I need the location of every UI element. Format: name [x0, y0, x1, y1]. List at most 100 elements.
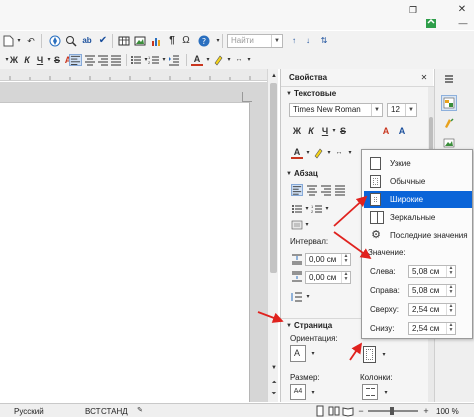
spin-buttons[interactable]: ▲ ▼ [341, 254, 350, 265]
italic-icon[interactable]: К [305, 125, 317, 137]
bottom-margin-field[interactable]: 2,54 см ▲ ▼ [408, 322, 456, 335]
zoom-slider-thumb[interactable] [390, 407, 394, 415]
dropdown-arrow-icon[interactable]: ▾ [243, 54, 255, 66]
margin-option-wide[interactable]: Широкие [364, 191, 472, 208]
book-view-icon[interactable] [342, 405, 354, 417]
margins-button[interactable] [363, 346, 376, 363]
close-icon[interactable]: ✕ [456, 4, 468, 16]
chevron-down-icon[interactable]: ▼ [371, 104, 382, 116]
status-language[interactable]: Русский [14, 407, 44, 416]
insert-table-icon[interactable] [118, 35, 130, 47]
indent-after-field[interactable]: 0,00 см ▲ ▼ [305, 271, 351, 284]
next-page-icon[interactable]: ⏷ [268, 388, 280, 400]
spin-buttons[interactable]: ▲ ▼ [446, 285, 455, 296]
indent-icon[interactable] [168, 54, 180, 66]
find-icon[interactable] [65, 35, 77, 47]
pilcrow-icon[interactable]: ¶ [166, 35, 178, 47]
align-left-icon[interactable] [69, 54, 82, 66]
dropdown-arrow-icon[interactable]: ▾ [301, 219, 313, 231]
clear-formatting-icon[interactable]: A [380, 125, 392, 137]
dropdown-arrow-icon[interactable]: ▾ [307, 387, 319, 399]
orientation-button[interactable]: A [290, 345, 306, 362]
spacing-below-icon[interactable] [291, 271, 303, 283]
margin-option-normal[interactable]: Обычные [364, 173, 472, 190]
restore-icon[interactable]: ❐ [407, 4, 419, 16]
bold-icon[interactable]: Ж [291, 125, 303, 137]
scrollbar-thumb[interactable] [270, 83, 277, 273]
spellcheck-icon[interactable]: ab [81, 35, 93, 47]
find-input[interactable]: Найти ▼ [227, 34, 283, 48]
navigator-icon[interactable] [49, 35, 61, 47]
margin-option-label: Широкие [390, 195, 424, 204]
font-name-combo[interactable]: Times New Roman ▼ [289, 103, 383, 117]
dropdown-arrow-icon[interactable]: ▾ [378, 349, 390, 361]
scroll-down-icon[interactable]: ▼ [268, 362, 280, 374]
spin-buttons[interactable]: ▲ ▼ [446, 323, 455, 334]
dropdown-arrow-icon[interactable]: ▾ [13, 35, 25, 47]
chevron-down-icon[interactable]: ▼ [405, 104, 416, 116]
status-bar: Русский ВСТ СТАНД ✎ − + 100 % [0, 403, 474, 417]
spin-buttons[interactable]: ▲ ▼ [341, 272, 350, 283]
signature-icon[interactable]: ✎ [134, 405, 146, 417]
undo-icon[interactable]: ↶ [25, 35, 37, 47]
insert-image-icon[interactable] [134, 35, 146, 47]
character-highlight-icon[interactable]: A [396, 125, 408, 137]
justify-icon[interactable] [110, 54, 122, 66]
dropdown-arrow-icon[interactable]: ▾ [307, 348, 319, 360]
dropdown-arrow-icon[interactable]: ▾ [321, 203, 333, 215]
align-right-icon[interactable] [97, 54, 109, 66]
margin-option-mirrored[interactable]: Зеркальные [364, 209, 472, 226]
align-right-icon[interactable] [320, 184, 332, 196]
styles-tab-icon[interactable] [443, 117, 455, 129]
top-margin-field[interactable]: 2,54 см ▲ ▼ [408, 303, 456, 316]
spin-buttons[interactable]: ▲ ▼ [446, 304, 455, 315]
format-marks-icon[interactable]: ✔ [97, 35, 109, 47]
indent-before-field[interactable]: 0,00 см ▲ ▼ [305, 253, 351, 266]
page-size-button[interactable]: A4 [290, 384, 306, 400]
zoom-slider[interactable] [368, 407, 418, 415]
sidebar-menu-icon[interactable] [443, 73, 455, 85]
status-selection-mode[interactable]: СТАНД [101, 407, 128, 416]
chevron-down-icon[interactable]: ▼ [271, 35, 282, 47]
font-size-combo[interactable]: 12 ▼ [387, 103, 417, 117]
align-center-icon[interactable] [306, 184, 318, 196]
insert-chart-icon[interactable] [150, 35, 162, 47]
right-margin-field[interactable]: 5,08 см ▲ ▼ [408, 284, 456, 297]
align-left-icon[interactable] [291, 184, 303, 196]
properties-tab-icon[interactable] [441, 95, 457, 111]
align-center-icon[interactable] [84, 54, 96, 66]
document-page[interactable] [0, 102, 250, 402]
extension-update-icon[interactable] [425, 17, 437, 29]
zoom-level[interactable]: 100 % [436, 407, 459, 416]
scroll-up-icon[interactable]: ▲ [268, 70, 280, 82]
dropdown-arrow-icon[interactable]: ▾ [302, 291, 314, 303]
dropdown-arrow-icon[interactable]: ▾ [380, 387, 392, 399]
margin-preview-icon [370, 175, 381, 188]
zoom-out-icon[interactable]: − [355, 405, 367, 417]
zoom-in-icon[interactable]: + [420, 405, 432, 417]
margin-option-last-used[interactable]: ⚙ Последние значения [364, 227, 472, 244]
italic-icon[interactable]: К [21, 54, 33, 66]
single-page-view-icon[interactable] [314, 405, 326, 417]
bold-icon[interactable]: Ж [8, 54, 20, 66]
status-insert-mode[interactable]: ВСТ [85, 407, 100, 416]
spacing-above-icon[interactable] [291, 253, 303, 265]
strikethrough-icon[interactable]: S [337, 125, 349, 137]
document-scrollbar[interactable]: ▲ ▼ ⏶ ⏷ [267, 69, 278, 402]
find-previous-icon[interactable]: ↑ [288, 35, 300, 47]
find-replace-icon[interactable]: ⇅ [318, 35, 330, 47]
find-next-icon[interactable]: ↓ [302, 35, 314, 47]
dropdown-arrow-icon[interactable]: ▾ [344, 147, 356, 159]
margin-option-narrow[interactable]: Узкие [364, 155, 472, 172]
spin-buttons[interactable]: ▲ ▼ [446, 266, 455, 277]
columns-button[interactable] [362, 384, 378, 400]
special-character-icon[interactable]: Ω [180, 35, 192, 47]
multi-page-view-icon[interactable] [328, 405, 340, 417]
minimize-icon[interactable]: — [457, 17, 469, 29]
close-icon[interactable]: ✕ [418, 72, 430, 84]
justify-icon[interactable] [334, 184, 346, 196]
help-icon[interactable]: ? [198, 35, 210, 47]
horizontal-ruler[interactable] [0, 69, 278, 81]
gallery-tab-icon[interactable] [443, 137, 455, 149]
left-margin-field[interactable]: 5,08 см ▲ ▼ [408, 265, 456, 278]
